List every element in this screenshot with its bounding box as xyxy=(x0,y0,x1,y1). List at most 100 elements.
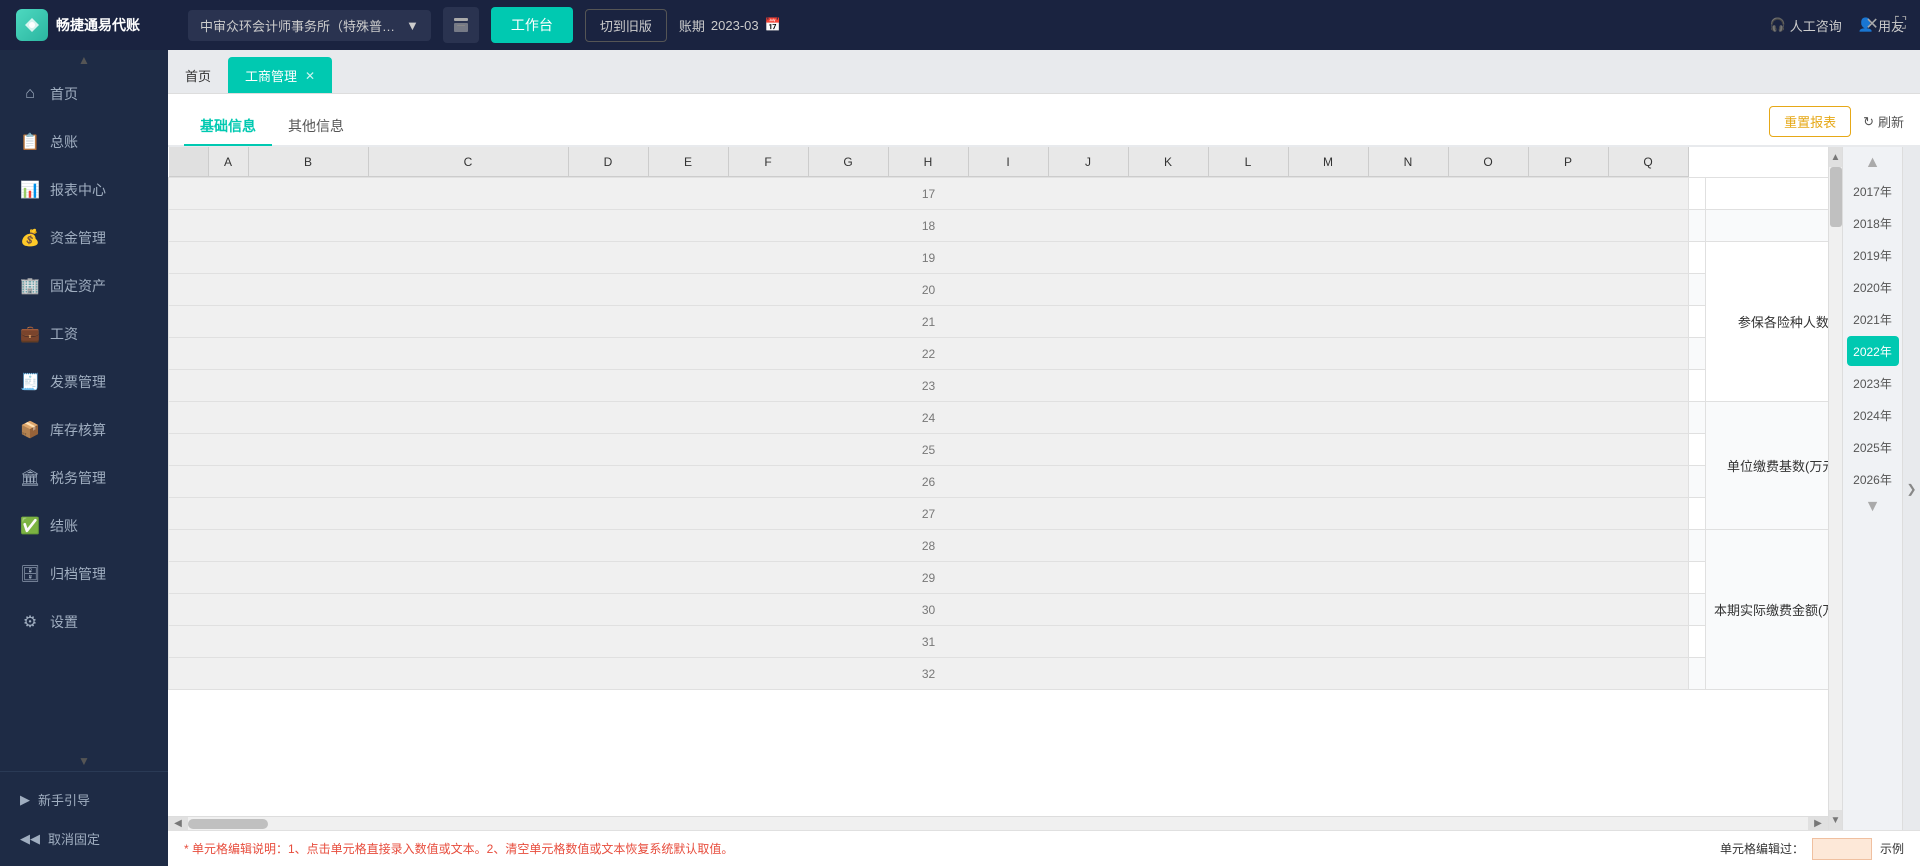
year-label-2018: 2018年 xyxy=(1853,215,1892,232)
v-scroll-down[interactable]: ▼ xyxy=(1829,810,1843,830)
cell-30-A[interactable] xyxy=(1689,594,1706,626)
sidebar-item-asset[interactable]: 🏢 固定资产 xyxy=(0,262,168,310)
year-item-2023[interactable]: 2023年 xyxy=(1847,368,1899,398)
cell-17-A[interactable] xyxy=(1689,178,1706,210)
sidebar-item-settings[interactable]: ⚙ 设置 xyxy=(0,598,168,646)
sub-tab-basic[interactable]: 基础信息 xyxy=(184,108,272,146)
tab-close-button[interactable]: ✕ xyxy=(305,69,315,83)
tab-business-label: 工商管理 xyxy=(245,66,297,85)
cell-32-A[interactable] xyxy=(1689,658,1706,690)
table-row: 17 从业人数 0 xyxy=(169,178,1829,210)
tab-business[interactable]: 工商管理 ✕ xyxy=(228,57,332,93)
cell-31-A[interactable] xyxy=(1689,626,1706,658)
v-scroll-up[interactable]: ▲ xyxy=(1829,147,1843,167)
row-num-28: 28 xyxy=(169,530,1689,562)
cell-27-A[interactable] xyxy=(1689,498,1706,530)
sidebar-item-inventory[interactable]: 📦 库存核算 xyxy=(0,406,168,454)
company-selector[interactable]: 中审众环会计师事务所（特殊普通合伙... ▼ xyxy=(188,10,431,41)
salary-icon: 💼 xyxy=(20,324,40,344)
sidebar-item-archive[interactable]: 🗄 归档管理 xyxy=(0,550,168,598)
sidebar-label-unpin: 取消固定 xyxy=(48,829,100,848)
sidebar-item-newuser[interactable]: ▶ 新手引导 xyxy=(0,780,168,819)
table-row: 32 参加生育保险本期实际缴费金额 xyxy=(169,658,1829,690)
sidebar-item-tax[interactable]: 🏛 税务管理 xyxy=(0,454,168,502)
close-window-button[interactable]: ✕ xyxy=(1861,10,1882,38)
archive-icon-btn[interactable] xyxy=(443,7,479,43)
cell-18-B[interactable]: 女性从业人员 xyxy=(1706,210,1829,242)
year-item-2025[interactable]: 2025年 xyxy=(1847,432,1899,462)
table-row: 27 单位参加生育保险缴费基数 xyxy=(169,498,1829,530)
expand-window-button[interactable]: ⛶ xyxy=(1891,10,1910,38)
sidebar-scroll-down[interactable]: ▼ xyxy=(0,751,168,771)
h-scroll-track[interactable] xyxy=(188,817,1808,831)
year-label-2022: 2022年 xyxy=(1853,343,1892,360)
row-num-29: 29 xyxy=(169,562,1689,594)
table-row: 29 参加失业保险本期实际缴费金额 xyxy=(169,562,1829,594)
cell-17-B[interactable]: 从业人数 xyxy=(1706,178,1829,210)
year-item-2018[interactable]: 2018年 xyxy=(1847,208,1899,238)
cell-23-A[interactable] xyxy=(1689,370,1706,402)
right-panel-collapse[interactable]: ❯ xyxy=(1902,147,1920,830)
col-header-G: G xyxy=(809,147,889,177)
logo-icon xyxy=(16,9,48,41)
v-scrollbar[interactable]: ▲ ▼ xyxy=(1828,147,1842,830)
year-label-2024: 2024年 xyxy=(1853,407,1892,424)
year-item-2022[interactable]: 2022年 xyxy=(1847,336,1899,366)
year-nav-down[interactable]: ▼ xyxy=(1853,495,1893,519)
col-header-O: O xyxy=(1449,147,1529,177)
sidebar-item-home[interactable]: ⌂ 首页 xyxy=(0,70,168,118)
year-item-2024[interactable]: 2024年 xyxy=(1847,400,1899,430)
sidebar-item-invoice[interactable]: 🧾 发票管理 xyxy=(0,358,168,406)
asset-icon: 🏢 xyxy=(20,276,40,296)
cell-19-A[interactable] xyxy=(1689,242,1706,274)
table-row: 30 参加职工基本医疗保险本期实际缴费金额 xyxy=(169,594,1829,626)
h-scroll-right[interactable]: ▶ xyxy=(1808,817,1828,831)
workbench-button[interactable]: 工作台 xyxy=(491,7,573,43)
sub-tab-other-label: 其他信息 xyxy=(288,118,344,134)
year-item-2026[interactable]: 2026年 xyxy=(1847,464,1899,494)
cell-26-A[interactable] xyxy=(1689,466,1706,498)
sidebar-item-salary[interactable]: 💼 工资 xyxy=(0,310,168,358)
col-header-L: L xyxy=(1209,147,1289,177)
cell-22-A[interactable] xyxy=(1689,338,1706,370)
h-scrollbar[interactable]: ◀ ▶ xyxy=(168,816,1828,830)
cell-18-A[interactable] xyxy=(1689,210,1706,242)
reset-button[interactable]: 重置报表 xyxy=(1769,106,1851,137)
refresh-button[interactable]: ↻ 刷新 xyxy=(1863,112,1904,131)
sub-tabs-bar: 基础信息 其他信息 重置报表 ↻ 刷新 xyxy=(168,94,1920,147)
cell-28-A[interactable] xyxy=(1689,530,1706,562)
cell-21-A[interactable] xyxy=(1689,306,1706,338)
year-nav-up[interactable]: ▲ xyxy=(1853,151,1893,175)
year-item-2020[interactable]: 2020年 xyxy=(1847,272,1899,302)
sidebar-item-ledger[interactable]: 📋 总账 xyxy=(0,118,168,166)
sub-tab-other[interactable]: 其他信息 xyxy=(272,108,360,146)
h-scroll-left[interactable]: ◀ xyxy=(168,817,188,831)
v-scroll-thumb[interactable] xyxy=(1830,167,1842,227)
spreadsheet-container[interactable]: A B C D E F G H I J K L xyxy=(168,147,1828,816)
table-row: 20 失业保险 xyxy=(169,274,1829,306)
cell-24-A[interactable] xyxy=(1689,402,1706,434)
cell-24-B: 单位缴费基数(万元) xyxy=(1706,402,1829,530)
cell-25-A[interactable] xyxy=(1689,434,1706,466)
sidebar-scroll-up[interactable]: ▲ xyxy=(0,50,168,70)
cell-29-A[interactable] xyxy=(1689,562,1706,594)
calendar-icon[interactable]: 📅 xyxy=(765,17,781,33)
sidebar-item-report[interactable]: 📊 报表中心 xyxy=(0,166,168,214)
year-label-2017: 2017年 xyxy=(1853,183,1892,200)
service-button[interactable]: 🎧 人工咨询 xyxy=(1770,16,1842,35)
sidebar-label-report: 报表中心 xyxy=(50,180,106,200)
spreadsheet-wrapper: A B C D E F G H I J K L xyxy=(168,147,1920,830)
collapse-icon[interactable]: ❯ xyxy=(1903,469,1920,509)
h-scroll-thumb[interactable] xyxy=(188,819,268,829)
year-item-2017[interactable]: 2017年 xyxy=(1847,176,1899,206)
year-item-2021[interactable]: 2021年 xyxy=(1847,304,1899,334)
year-item-2019[interactable]: 2019年 xyxy=(1847,240,1899,270)
sidebar-item-capital[interactable]: 💰 资金管理 xyxy=(0,214,168,262)
sidebar-item-settle[interactable]: ✅ 结账 xyxy=(0,502,168,550)
old-version-button[interactable]: 切到旧版 xyxy=(585,9,667,42)
tab-home[interactable]: 首页 xyxy=(168,57,228,93)
cell-20-A[interactable] xyxy=(1689,274,1706,306)
sidebar-item-unpin[interactable]: ◀◀ 取消固定 xyxy=(0,819,168,858)
col-header-E: E xyxy=(649,147,729,177)
table-row: 21 职工基本医疗保险 xyxy=(169,306,1829,338)
